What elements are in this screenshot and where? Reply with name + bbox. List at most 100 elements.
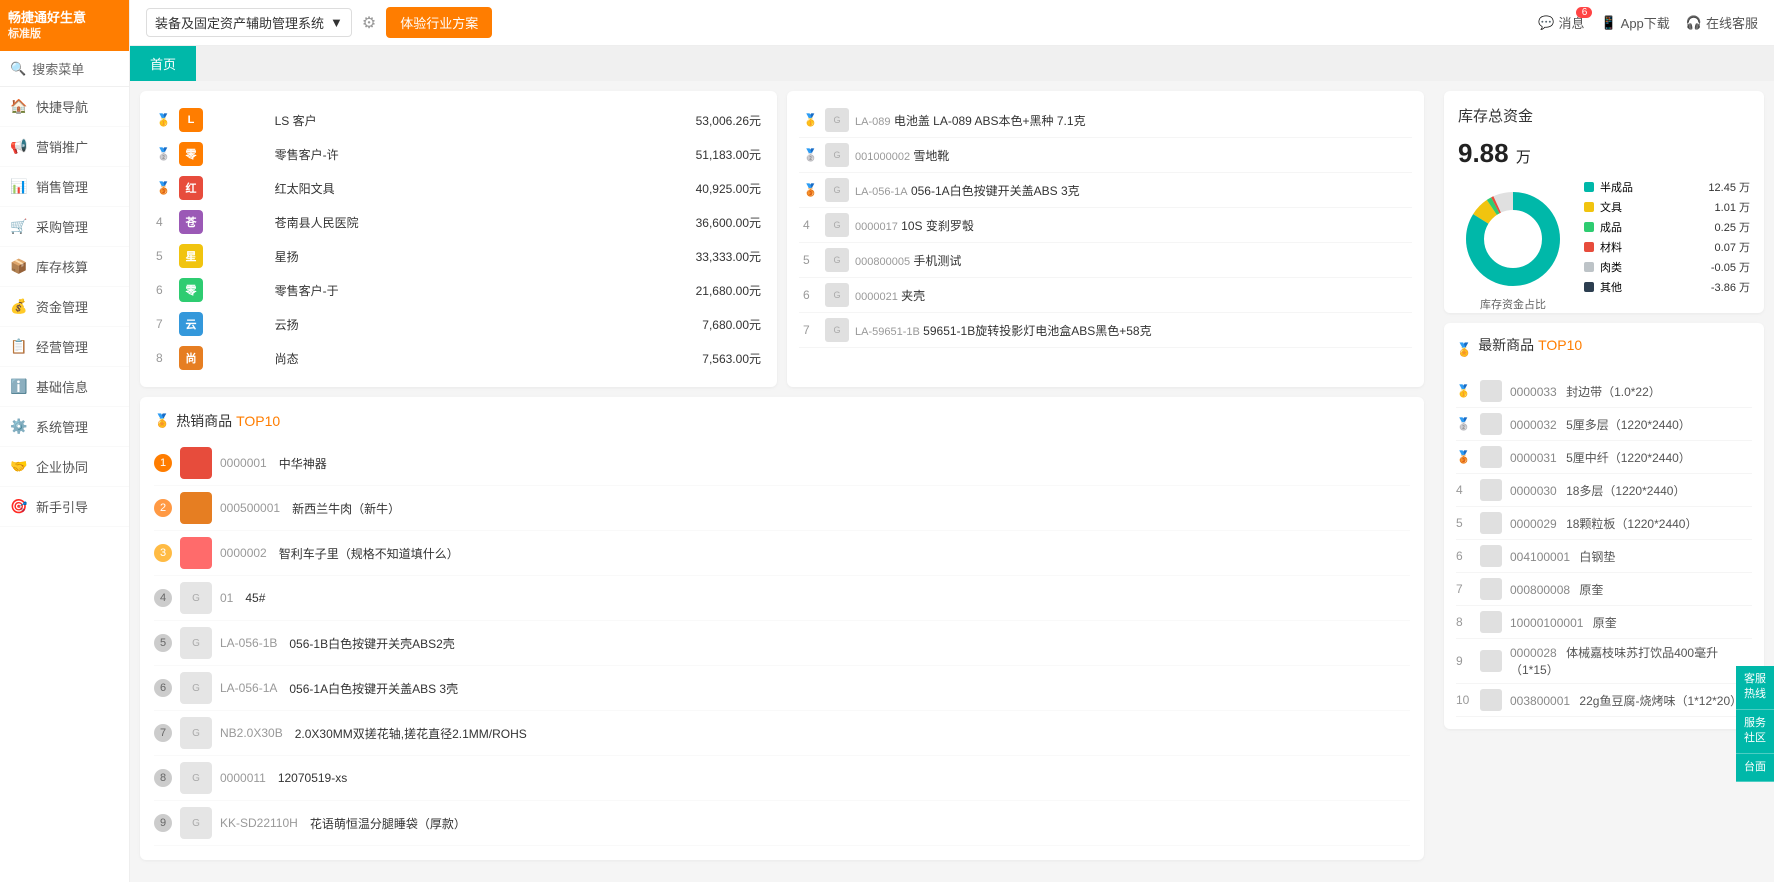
latest-name: 原奎 [1579, 583, 1603, 597]
legend-dot [1584, 202, 1594, 212]
product-info: 0000021 夹壳 [855, 287, 925, 304]
donut-svg [1458, 184, 1568, 294]
float-community[interactable]: 服务 社区 [1736, 710, 1774, 754]
sidebar-item-sales[interactable]: 📊 销售管理 [0, 167, 129, 207]
legend-list: 半成品 12.45 万 文具 1.01 万 成品 0.25 万 材料 0.07 … [1584, 179, 1750, 299]
hot-products-title-row: 🏅 热销商品 TOP10 [154, 411, 1410, 431]
product-code: LA-089 [855, 116, 890, 128]
sidebar-item-finance[interactable]: 💰 资金管理 [0, 287, 129, 327]
top-section: 🥇 L LS 客户 53,006.26元 🥈 零 零售客户-许 51,183.0… [140, 91, 1424, 387]
sidebar-item-purchase[interactable]: 🛒 采购管理 [0, 207, 129, 247]
legend-text: 材料 [1600, 239, 1622, 255]
legend-item: 文具 1.01 万 [1584, 199, 1750, 215]
product-code: LA-59651-1B [855, 326, 920, 338]
latest-rank: 10 [1456, 693, 1472, 707]
hot-product-code: 0000001 [220, 456, 267, 470]
basic-icon: ℹ️ [10, 378, 28, 396]
topbar: 装备及固定资产辅助管理系统 ▼ ⚙ 体验行业方案 💬 消息 6 📱 App下载 … [130, 0, 1774, 46]
trial-button[interactable]: 体验行业方案 [386, 7, 492, 38]
latest-info: 10000100001 原奎 [1510, 614, 1752, 631]
table-row: 7 云 云扬 7,680.00元 [152, 307, 765, 341]
product-name: 电池盖 LA-089 ABS本色+黑种 7.1克 [894, 114, 1086, 128]
latest-thumb [1480, 578, 1502, 600]
sidebar-item-basic[interactable]: ℹ️ 基础信息 [0, 367, 129, 407]
list-item: 6 004100001 白钢垫 [1456, 540, 1752, 573]
message-button[interactable]: 💬 消息 6 [1538, 13, 1584, 32]
sidebar-item-inventory[interactable]: 📦 库存核算 [0, 247, 129, 287]
rank-medal: 🥉 [152, 171, 175, 205]
sidebar-item-enterprise[interactable]: 🤝 企业协同 [0, 447, 129, 487]
hot-product-ranking-card: 🥇 G LA-089 电池盖 LA-089 ABS本色+黑种 7.1克 🥈 G … [787, 91, 1424, 387]
customer-amount: 21,680.00元 [546, 273, 765, 307]
rank-badge-cell: 零 [175, 273, 271, 307]
hot-product-code: LA-056-1B [220, 636, 277, 650]
list-item: 4 0000030 18多层（1220*2440） [1456, 474, 1752, 507]
float-desk[interactable]: 台面 [1736, 754, 1774, 782]
phone-icon: 📱 [1600, 15, 1616, 31]
latest-thumb [1480, 512, 1502, 534]
logo-subtitle: 标准版 [8, 27, 86, 41]
latest-name: 5厘多层（1220*2440） [1566, 418, 1691, 432]
online-service-button[interactable]: 🎧 在线客服 [1686, 13, 1758, 32]
product-item: 4 G 0000017 10S 变刹罗彀 [799, 208, 1412, 243]
list-item: 6 G LA-056-1A 056-1A白色按键开关盖ABS 3壳 [154, 666, 1410, 711]
list-item: 5 G LA-056-1B 056-1B白色按键开关壳ABS2壳 [154, 621, 1410, 666]
latest-name: 白钢垫 [1579, 550, 1615, 564]
table-row: 5 星 星扬 33,333.00元 [152, 239, 765, 273]
product-thumbnail: G [180, 807, 212, 839]
product-rank: 5 [803, 253, 819, 267]
table-row: 🥉 红 红太阳文具 40,925.00元 [152, 171, 765, 205]
system-selector[interactable]: 装备及固定资产辅助管理系统 ▼ [146, 8, 352, 37]
latest-code: 10000100001 [1510, 616, 1583, 630]
legend-label: 文具 [1584, 199, 1715, 215]
list-item: 3 0000002 智利车子里（规格不知道填什么） [154, 531, 1410, 576]
tab-home[interactable]: 首页 [130, 46, 196, 81]
customer-badge: L [179, 108, 203, 132]
latest-info: 0000028 体械嘉枝味苏打饮品400毫升（1*15） [1510, 644, 1752, 678]
latest-thumb [1480, 689, 1502, 711]
customer-badge: 红 [179, 176, 203, 200]
right-panel: 库存总资金 9.88 万 [1434, 81, 1774, 882]
nav-label-marketing: 营销推广 [36, 137, 88, 156]
nav-label-guide: 新手引导 [36, 497, 88, 516]
hot-rank-num: 9 [154, 814, 172, 832]
latest-code: 0000028 [1510, 646, 1557, 660]
legend-text: 肉类 [1600, 259, 1622, 275]
latest-products-title: 最新商品 TOP10 [1478, 335, 1582, 355]
latest-rank: 🥉 [1456, 450, 1472, 464]
legend-value: -0.05 万 [1711, 259, 1750, 275]
hot-product-code: NB2.0X30B [220, 726, 283, 740]
customer-name: 红太阳文具 [271, 171, 546, 205]
sidebar-item-system[interactable]: ⚙️ 系统管理 [0, 407, 129, 447]
list-item: 7 000800008 原奎 [1456, 573, 1752, 606]
product-thumb: G [825, 283, 849, 307]
latest-thumb [1480, 611, 1502, 633]
customer-ranking-table: 🥇 L LS 客户 53,006.26元 🥈 零 零售客户-许 51,183.0… [152, 103, 765, 375]
headset-icon: 🎧 [1686, 15, 1702, 31]
app-download-button[interactable]: 📱 App下载 [1600, 13, 1669, 32]
latest-code: 000800008 [1510, 583, 1570, 597]
sidebar-item-search[interactable]: 🔍 搜索菜单 [0, 51, 129, 87]
customer-badge: 零 [179, 278, 203, 302]
hot-products-list: 1 0000001 中华神器 2 000500001 新西兰牛肉（新牛） 3 0… [154, 441, 1410, 846]
float-service: 客服 热线 服务 社区 台面 [1736, 666, 1774, 782]
chart-label: 库存资金占比 [1458, 296, 1568, 312]
list-item: 2 000500001 新西兰牛肉（新牛） [154, 486, 1410, 531]
sidebar-item-marketing[interactable]: 📢 营销推广 [0, 127, 129, 167]
product-name: 夹壳 [901, 289, 925, 303]
sidebar-item-quick[interactable]: 🏠 快捷导航 [0, 87, 129, 127]
settings-icon[interactable]: ⚙ [362, 13, 376, 33]
finance-icon: 💰 [10, 298, 28, 316]
sidebar-item-operation[interactable]: 📋 经营管理 [0, 327, 129, 367]
legend-label: 其他 [1584, 279, 1711, 295]
sidebar-item-guide[interactable]: 🎯 新手引导 [0, 487, 129, 527]
nav-label-quick: 快捷导航 [36, 97, 88, 116]
product-thumb: G [825, 213, 849, 237]
float-hotline[interactable]: 客服 热线 [1736, 666, 1774, 710]
product-item: 🥇 G LA-089 电池盖 LA-089 ABS本色+黑种 7.1克 [799, 103, 1412, 138]
rank-number: 4 [152, 205, 175, 239]
product-code: 001000002 [855, 151, 910, 163]
product-item: 🥈 G 001000002 雪地靴 [799, 138, 1412, 173]
nav-label-inventory: 库存核算 [36, 257, 88, 276]
guide-icon: 🎯 [10, 498, 28, 516]
